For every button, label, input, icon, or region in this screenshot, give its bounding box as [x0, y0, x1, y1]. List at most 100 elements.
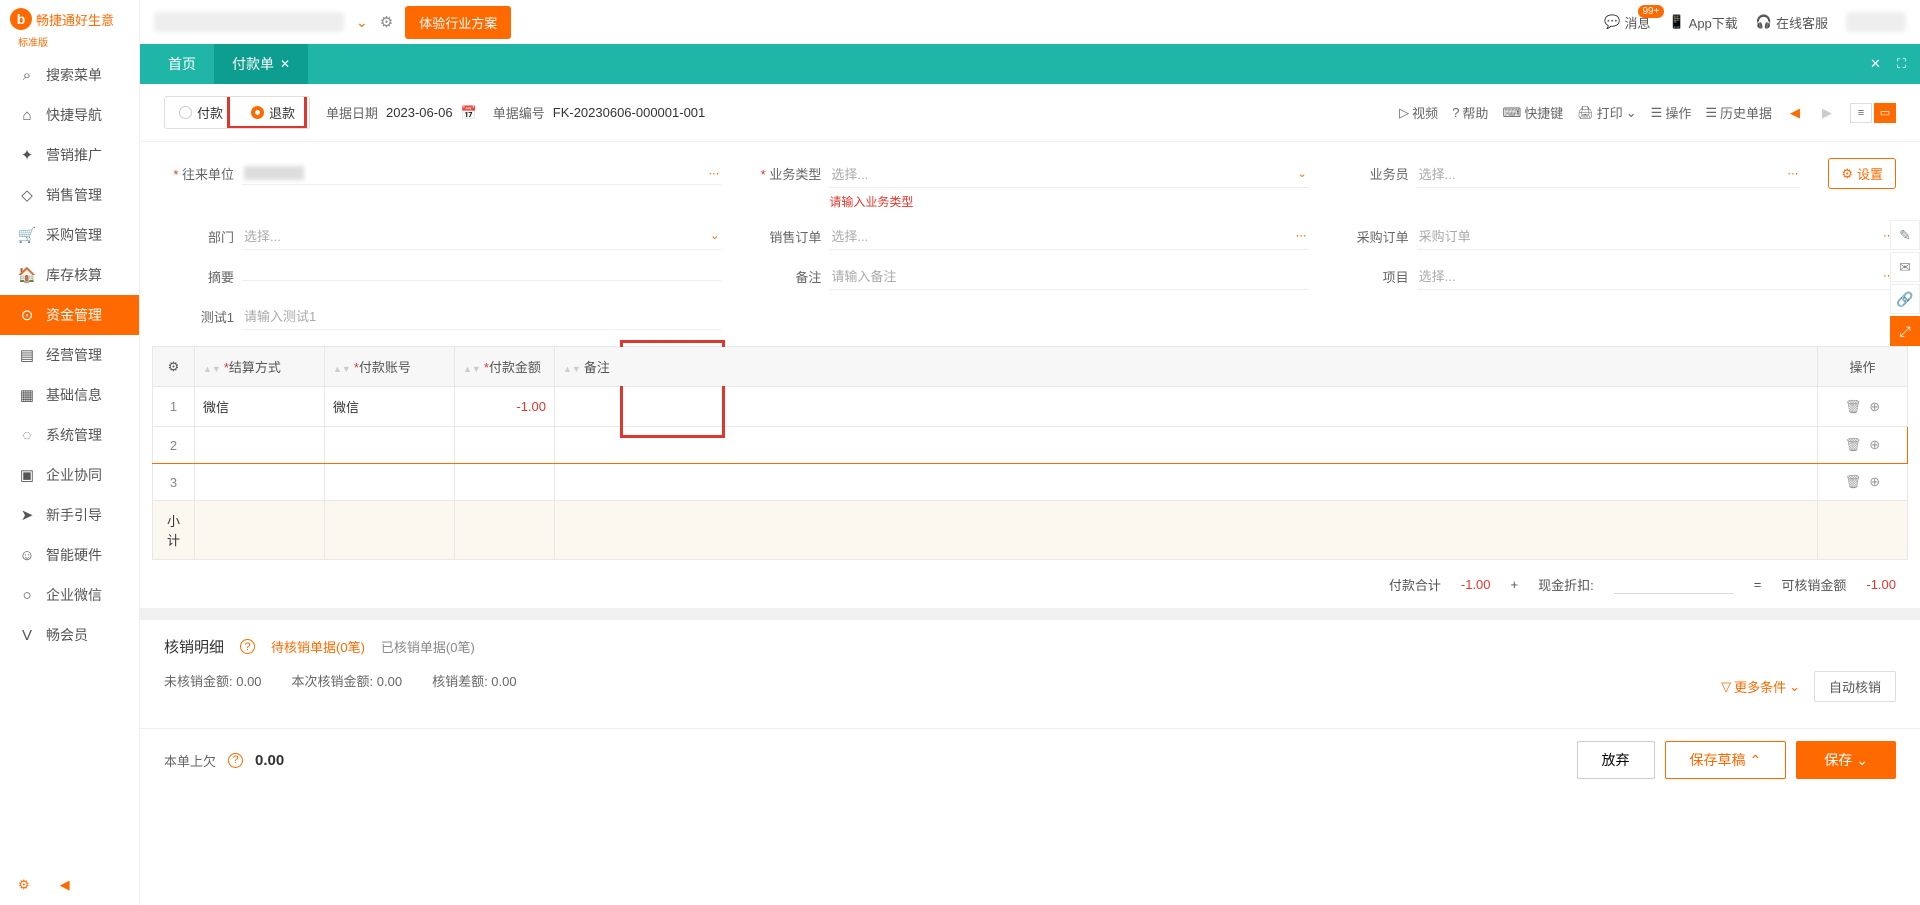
doc-date-value[interactable]: 2023-06-06: [386, 105, 453, 120]
shortcut-link[interactable]: ⌨ 快捷键: [1502, 103, 1563, 122]
nav-item-14[interactable]: V畅会员: [0, 615, 139, 655]
col-gear[interactable]: ⚙: [153, 347, 195, 387]
owe-info-icon[interactable]: ?: [228, 753, 243, 768]
history-link[interactable]: ☰ 历史单据: [1705, 103, 1772, 122]
more-conditions-link[interactable]: ▽ 更多条件 ⌄: [1721, 677, 1800, 696]
tab-close-icon[interactable]: ✕: [280, 57, 290, 71]
field-test1: 测试1 请输入测试1: [164, 302, 721, 330]
radio-payment[interactable]: 付款: [165, 97, 237, 128]
add-row-icon[interactable]: ⊕: [1869, 474, 1880, 489]
cell-amount[interactable]: -1.00: [455, 387, 555, 427]
nav-item-5[interactable]: 🏠库存核算: [0, 255, 139, 295]
auto-verify-button[interactable]: 自动核销: [1814, 671, 1896, 702]
help-link[interactable]: ? 帮助: [1452, 103, 1488, 122]
messages-link[interactable]: 💬 消息 99+: [1604, 13, 1650, 32]
app-download-link[interactable]: 📱 App下载: [1668, 13, 1737, 32]
cell-settle[interactable]: [195, 427, 325, 464]
prev-doc-icon[interactable]: ◀: [1786, 105, 1804, 121]
verify-tab-pending[interactable]: 待核销单据(0笔): [271, 637, 365, 656]
cell-amount[interactable]: [455, 464, 555, 501]
summary-input[interactable]: [242, 272, 721, 281]
org-gear-icon[interactable]: ⚙: [380, 13, 393, 31]
nav-item-7[interactable]: ▤经营管理: [0, 335, 139, 375]
cell-remark[interactable]: [555, 387, 1818, 427]
org-chevron-icon[interactable]: ⌄: [356, 14, 368, 31]
cell-account[interactable]: [325, 464, 455, 501]
purchase-order-input[interactable]: 采购订单⋯: [1417, 222, 1896, 250]
save-button[interactable]: 保存 ⌄: [1796, 741, 1896, 779]
nav-item-2[interactable]: ✦营销推广: [0, 135, 139, 175]
cell-remark[interactable]: [555, 464, 1818, 501]
nav-item-12[interactable]: ☺智能硬件: [0, 535, 139, 575]
collapse-icon[interactable]: ◀: [60, 877, 70, 893]
doc-no-value: FK-20230606-000001-001: [553, 105, 706, 120]
nav-item-6[interactable]: ⊙资金管理: [0, 295, 139, 335]
table-row[interactable]: 2🗑⊕: [153, 427, 1908, 464]
unit-input[interactable]: ⋯: [242, 162, 721, 185]
operate-link[interactable]: ☰ 操作: [1651, 103, 1692, 122]
abandon-button[interactable]: 放弃: [1577, 741, 1655, 779]
radio-payment-label: 付款: [197, 103, 223, 122]
tab-close-all-icon[interactable]: ✕: [1866, 52, 1885, 76]
avatar-blur[interactable]: [1846, 12, 1906, 32]
nav-item-4[interactable]: 🛒采购管理: [0, 215, 139, 255]
table-row[interactable]: 3🗑⊕: [153, 464, 1908, 501]
nav-item-1[interactable]: ⌂快捷导航: [0, 95, 139, 135]
settings-icon[interactable]: ⚙: [18, 877, 30, 893]
nav-item-3[interactable]: ◇销售管理: [0, 175, 139, 215]
col-account[interactable]: ▲▼*付款账号: [325, 347, 455, 387]
dept-input[interactable]: 选择...⌄: [242, 222, 721, 250]
nav-item-8[interactable]: ▦基础信息: [0, 375, 139, 415]
float-link-icon[interactable]: 🔗: [1890, 284, 1920, 314]
add-row-icon[interactable]: ⊕: [1869, 399, 1880, 414]
tab-payment[interactable]: 付款单 ✕: [214, 44, 308, 84]
nav-item-9[interactable]: ◌系统管理: [0, 415, 139, 455]
service-link[interactable]: 🎧 在线客服: [1756, 13, 1828, 32]
delete-row-icon[interactable]: 🗑: [1845, 437, 1862, 452]
table-row[interactable]: 1微信微信-1.00🗑⊕: [153, 387, 1908, 427]
sales-order-input[interactable]: 选择...⋯: [829, 222, 1308, 250]
verify-tab-done[interactable]: 已核销单据(0笔): [381, 637, 475, 656]
delete-row-icon[interactable]: 🗑: [1845, 474, 1862, 489]
project-input[interactable]: 选择...⋯: [1417, 262, 1896, 290]
nav-item-11[interactable]: ➤新手引导: [0, 495, 139, 535]
test1-input[interactable]: 请输入测试1: [242, 302, 721, 330]
print-link[interactable]: 🖨 打印 ⌄: [1577, 103, 1636, 122]
video-link[interactable]: ▷ 视频: [1399, 103, 1438, 122]
cell-settle[interactable]: 微信: [195, 387, 325, 427]
settings-button[interactable]: ⚙ 设置: [1828, 158, 1896, 189]
float-note-icon[interactable]: ✎: [1890, 220, 1920, 250]
cell-amount[interactable]: [455, 427, 555, 464]
float-mail-icon[interactable]: ✉: [1890, 252, 1920, 282]
float-expand-icon[interactable]: ⤢: [1890, 316, 1920, 346]
biztype-input[interactable]: 选择...⌄: [829, 160, 1308, 188]
trial-button[interactable]: 体验行业方案: [405, 6, 511, 39]
info-icon[interactable]: ?: [240, 639, 255, 654]
nav-item-10[interactable]: ▣企业协同: [0, 455, 139, 495]
tab-home[interactable]: 首页: [150, 44, 214, 84]
calendar-icon[interactable]: 📅: [461, 105, 477, 121]
radio-refund[interactable]: 退款: [237, 97, 309, 128]
col-amount[interactable]: ▲▼*付款金额: [455, 347, 555, 387]
delete-row-icon[interactable]: 🗑: [1845, 399, 1862, 414]
purchase-order-label: 采购订单: [1339, 227, 1409, 246]
col-settle[interactable]: ▲▼*结算方式: [195, 347, 325, 387]
tab-fullscreen-icon[interactable]: ⛶: [1893, 52, 1910, 76]
nav-item-0[interactable]: ⌕搜索菜单: [0, 55, 139, 95]
view-toggle: ≡ ▭: [1850, 103, 1896, 123]
cell-settle[interactable]: [195, 464, 325, 501]
view-list-icon[interactable]: ≡: [1850, 103, 1872, 123]
nav-item-13[interactable]: ○企业微信: [0, 575, 139, 615]
nav-icon: ⊙: [18, 306, 36, 324]
view-card-icon[interactable]: ▭: [1874, 103, 1896, 123]
discount-input[interactable]: [1614, 574, 1734, 594]
add-row-icon[interactable]: ⊕: [1869, 437, 1880, 452]
save-draft-button[interactable]: 保存草稿 ⌃: [1665, 741, 1787, 779]
staff-input[interactable]: 选择...⋯: [1417, 160, 1801, 188]
next-doc-icon[interactable]: ▶: [1818, 105, 1836, 121]
cell-account[interactable]: 微信: [325, 387, 455, 427]
col-remark[interactable]: ▲▼备注: [555, 347, 1818, 387]
cell-remark[interactable]: [555, 427, 1818, 464]
cell-account[interactable]: [325, 427, 455, 464]
remark-input[interactable]: 请输入备注: [829, 262, 1308, 290]
